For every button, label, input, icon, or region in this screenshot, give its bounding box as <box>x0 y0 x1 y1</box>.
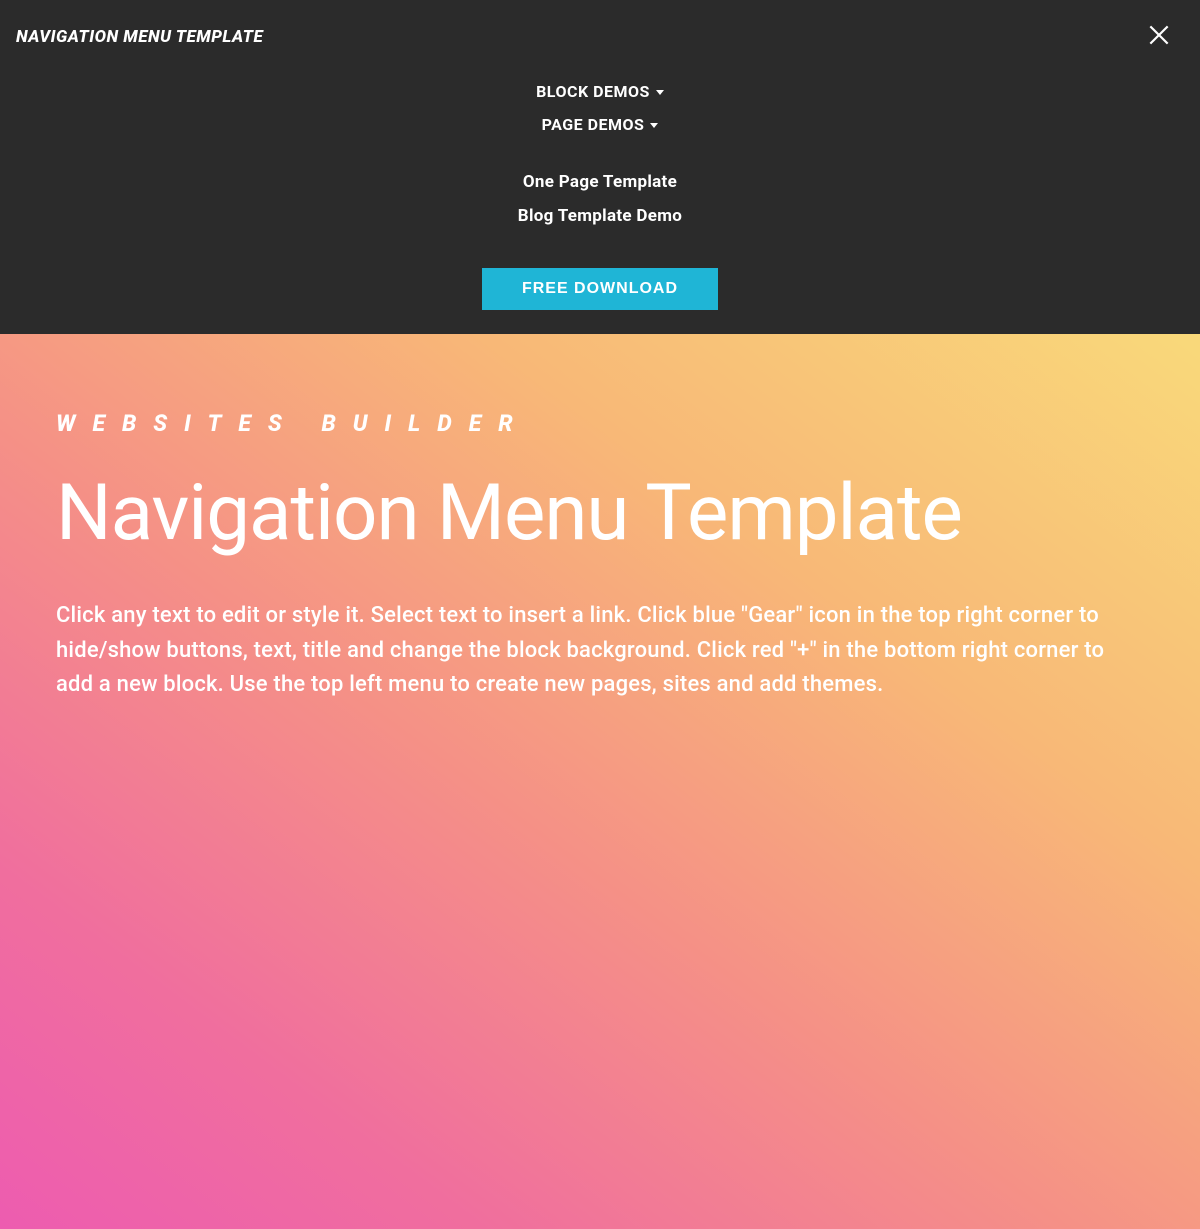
free-download-button[interactable]: FREE DOWNLOAD <box>482 268 718 310</box>
nav-one-page-template[interactable]: One Page Template <box>523 172 677 192</box>
header-top-bar: NAVIGATION MENU TEMPLATE <box>0 0 1200 68</box>
nav-page-demos[interactable]: PAGE DEMOS <box>542 115 659 134</box>
nav-sublinks: One Page Template Blog Template Demo <box>518 172 682 226</box>
nav-block-demos-label: BLOCK DEMOS <box>536 82 650 101</box>
hero-title: Navigation Menu Template <box>56 473 1144 555</box>
chevron-down-icon <box>656 90 664 95</box>
brand-title: NAVIGATION MENU TEMPLATE <box>16 27 263 47</box>
nav-menu: BLOCK DEMOS PAGE DEMOS One Page Template… <box>0 68 1200 310</box>
close-icon[interactable] <box>1142 18 1176 56</box>
nav-page-demos-label: PAGE DEMOS <box>542 115 645 134</box>
header-nav: NAVIGATION MENU TEMPLATE BLOCK DEMOS PAG… <box>0 0 1200 334</box>
nav-blog-template-demo[interactable]: Blog Template Demo <box>518 206 682 226</box>
nav-block-demos[interactable]: BLOCK DEMOS <box>536 82 664 101</box>
chevron-down-icon <box>650 123 658 128</box>
hero-section: WEBSITES BUILDER Navigation Menu Templat… <box>0 334 1200 1229</box>
hero-description: Click any text to edit or style it. Sele… <box>56 599 1144 703</box>
hero-supertitle: WEBSITES BUILDER <box>56 410 1144 437</box>
